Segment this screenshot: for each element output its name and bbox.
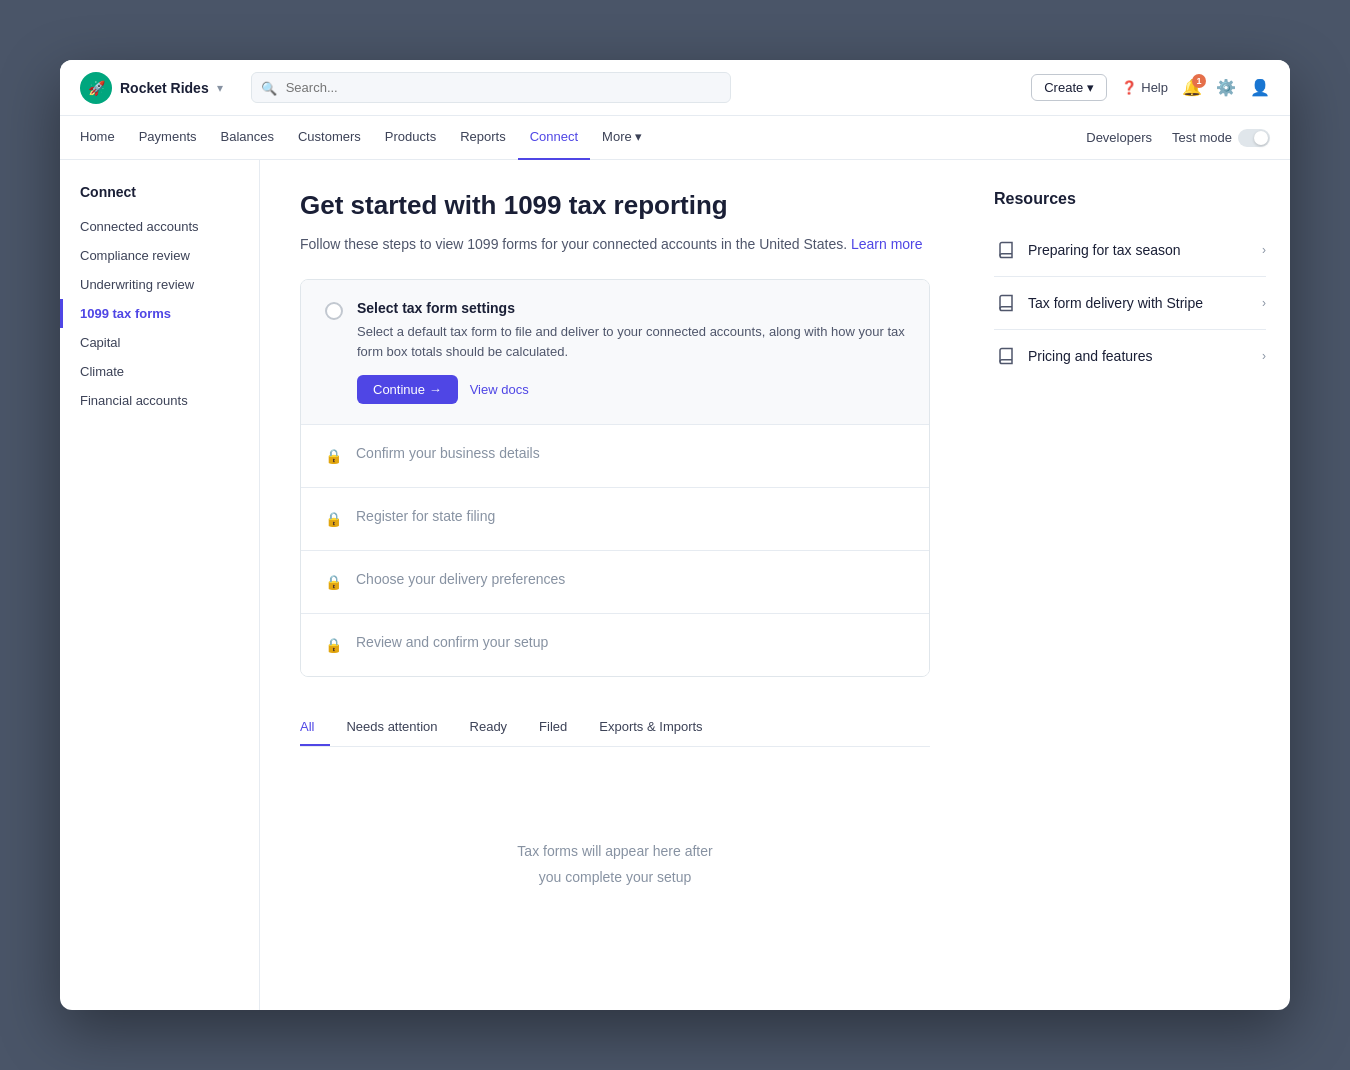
step-title-select-settings: Select tax form settings <box>357 300 905 316</box>
sidebar-item-capital[interactable]: Capital <box>60 328 259 357</box>
page-title: Get started with 1099 tax reporting <box>300 190 930 221</box>
tab-ready[interactable]: Ready <box>454 709 524 746</box>
create-button[interactable]: Create ▾ <box>1031 74 1107 101</box>
main-layout: Connect Connected accounts Compliance re… <box>60 160 1290 1010</box>
lock-icon-2: 🔒 <box>325 510 342 528</box>
sidebar-item-financial-accounts[interactable]: Financial accounts <box>60 386 259 415</box>
nav-item-customers[interactable]: Customers <box>286 116 373 160</box>
logo-chevron-icon: ▾ <box>217 81 223 95</box>
logo-name: Rocket Rides <box>120 80 209 96</box>
notifications-button[interactable]: 🔔 1 <box>1182 78 1202 97</box>
step-radio-icon <box>325 302 343 320</box>
view-docs-link[interactable]: View docs <box>470 382 529 397</box>
step-content-review-setup: Review and confirm your setup <box>356 634 905 656</box>
topbar-right: Create ▾ ❓ Help 🔔 1 ⚙️ 👤 <box>1031 74 1270 101</box>
step-content-select-settings: Select tax form settings Select a defaul… <box>357 300 905 404</box>
step-desc-select-settings: Select a default tax form to file and de… <box>357 322 905 361</box>
sidebar-item-climate[interactable]: Climate <box>60 357 259 386</box>
step-title-review-setup: Review and confirm your setup <box>356 634 905 650</box>
resource-book-icon-1 <box>994 238 1018 262</box>
tab-filed[interactable]: Filed <box>523 709 583 746</box>
resource-label-pricing: Pricing and features <box>1028 348 1262 364</box>
lock-icon-1: 🔒 <box>325 447 342 465</box>
resource-label-tax-season: Preparing for tax season <box>1028 242 1262 258</box>
sidebar-item-underwriting-review[interactable]: Underwriting review <box>60 270 259 299</box>
continue-button[interactable]: Continue → <box>357 375 458 404</box>
lock-icon-4: 🔒 <box>325 636 342 654</box>
sidebar-item-connected-accounts[interactable]: Connected accounts <box>60 212 259 241</box>
resource-chevron-icon-1: › <box>1262 243 1266 257</box>
nav-right: Developers Test mode <box>1086 129 1270 147</box>
search-bar: 🔍 <box>251 72 731 103</box>
lock-icon-3: 🔒 <box>325 573 342 591</box>
resource-item-pricing[interactable]: Pricing and features › <box>994 330 1266 382</box>
notification-badge: 1 <box>1192 74 1206 88</box>
nav-item-reports[interactable]: Reports <box>448 116 518 160</box>
setup-card: Select tax form settings Select a defaul… <box>300 279 930 677</box>
step-title-register-state: Register for state filing <box>356 508 905 524</box>
main-nav: Home Payments Balances Customers Product… <box>60 116 1290 160</box>
topbar: 🚀 Rocket Rides ▾ 🔍 Create ▾ ❓ Help 🔔 1 ⚙… <box>60 60 1290 116</box>
empty-state-line1: Tax forms will appear here after <box>320 839 910 864</box>
developers-link[interactable]: Developers <box>1086 130 1152 145</box>
nav-item-connect[interactable]: Connect <box>518 116 590 160</box>
tab-needs-attention[interactable]: Needs attention <box>330 709 453 746</box>
step-content-delivery-prefs: Choose your delivery preferences <box>356 571 905 593</box>
sidebar: Connect Connected accounts Compliance re… <box>60 160 260 1010</box>
resource-item-form-delivery[interactable]: Tax form delivery with Stripe › <box>994 277 1266 330</box>
step-confirm-business: 🔒 Confirm your business details <box>301 425 929 488</box>
tab-exports-imports[interactable]: Exports & Imports <box>583 709 718 746</box>
resource-chevron-icon-3: › <box>1262 349 1266 363</box>
resources-panel: Resources Preparing for tax season › Tax… <box>970 160 1290 1010</box>
empty-state: Tax forms will appear here after you com… <box>300 779 930 949</box>
step-content-confirm-business: Confirm your business details <box>356 445 905 467</box>
content-area: Get started with 1099 tax reporting Foll… <box>260 160 970 1010</box>
settings-button[interactable]: ⚙️ <box>1216 78 1236 97</box>
help-button[interactable]: ❓ Help <box>1121 80 1168 95</box>
test-mode-switch[interactable] <box>1238 129 1270 147</box>
empty-state-line2: you complete your setup <box>320 865 910 890</box>
profile-button[interactable]: 👤 <box>1250 78 1270 97</box>
tabs-bar: All Needs attention Ready Filed Exports … <box>300 709 930 747</box>
sidebar-item-1099-tax-forms[interactable]: 1099 tax forms <box>60 299 259 328</box>
search-input[interactable] <box>251 72 731 103</box>
sidebar-title: Connect <box>60 184 259 212</box>
resource-book-icon-3 <box>994 344 1018 368</box>
tab-all[interactable]: All <box>300 709 330 746</box>
nav-item-products[interactable]: Products <box>373 116 448 160</box>
step-actions-select-settings: Continue → View docs <box>357 375 905 404</box>
step-review-setup: 🔒 Review and confirm your setup <box>301 614 929 676</box>
nav-item-balances[interactable]: Balances <box>209 116 286 160</box>
step-register-state: 🔒 Register for state filing <box>301 488 929 551</box>
test-mode-toggle[interactable]: Test mode <box>1172 129 1270 147</box>
resource-chevron-icon-2: › <box>1262 296 1266 310</box>
step-title-delivery-prefs: Choose your delivery preferences <box>356 571 905 587</box>
nav-item-home[interactable]: Home <box>80 116 127 160</box>
help-icon: ❓ <box>1121 80 1137 95</box>
search-icon: 🔍 <box>261 80 277 95</box>
resource-label-form-delivery: Tax form delivery with Stripe <box>1028 295 1262 311</box>
sidebar-item-compliance-review[interactable]: Compliance review <box>60 241 259 270</box>
step-title-confirm-business: Confirm your business details <box>356 445 905 461</box>
page-description: Follow these steps to view 1099 forms fo… <box>300 233 930 255</box>
logo-area[interactable]: 🚀 Rocket Rides ▾ <box>80 72 223 104</box>
learn-more-link[interactable]: Learn more <box>851 236 923 252</box>
logo-icon: 🚀 <box>80 72 112 104</box>
step-delivery-prefs: 🔒 Choose your delivery preferences <box>301 551 929 614</box>
nav-item-more[interactable]: More ▾ <box>590 116 654 160</box>
nav-item-payments[interactable]: Payments <box>127 116 209 160</box>
step-content-register-state: Register for state filing <box>356 508 905 530</box>
resources-title: Resources <box>994 190 1266 208</box>
resource-item-tax-season[interactable]: Preparing for tax season › <box>994 224 1266 277</box>
step-select-settings: Select tax form settings Select a defaul… <box>301 280 929 425</box>
resource-book-icon-2 <box>994 291 1018 315</box>
